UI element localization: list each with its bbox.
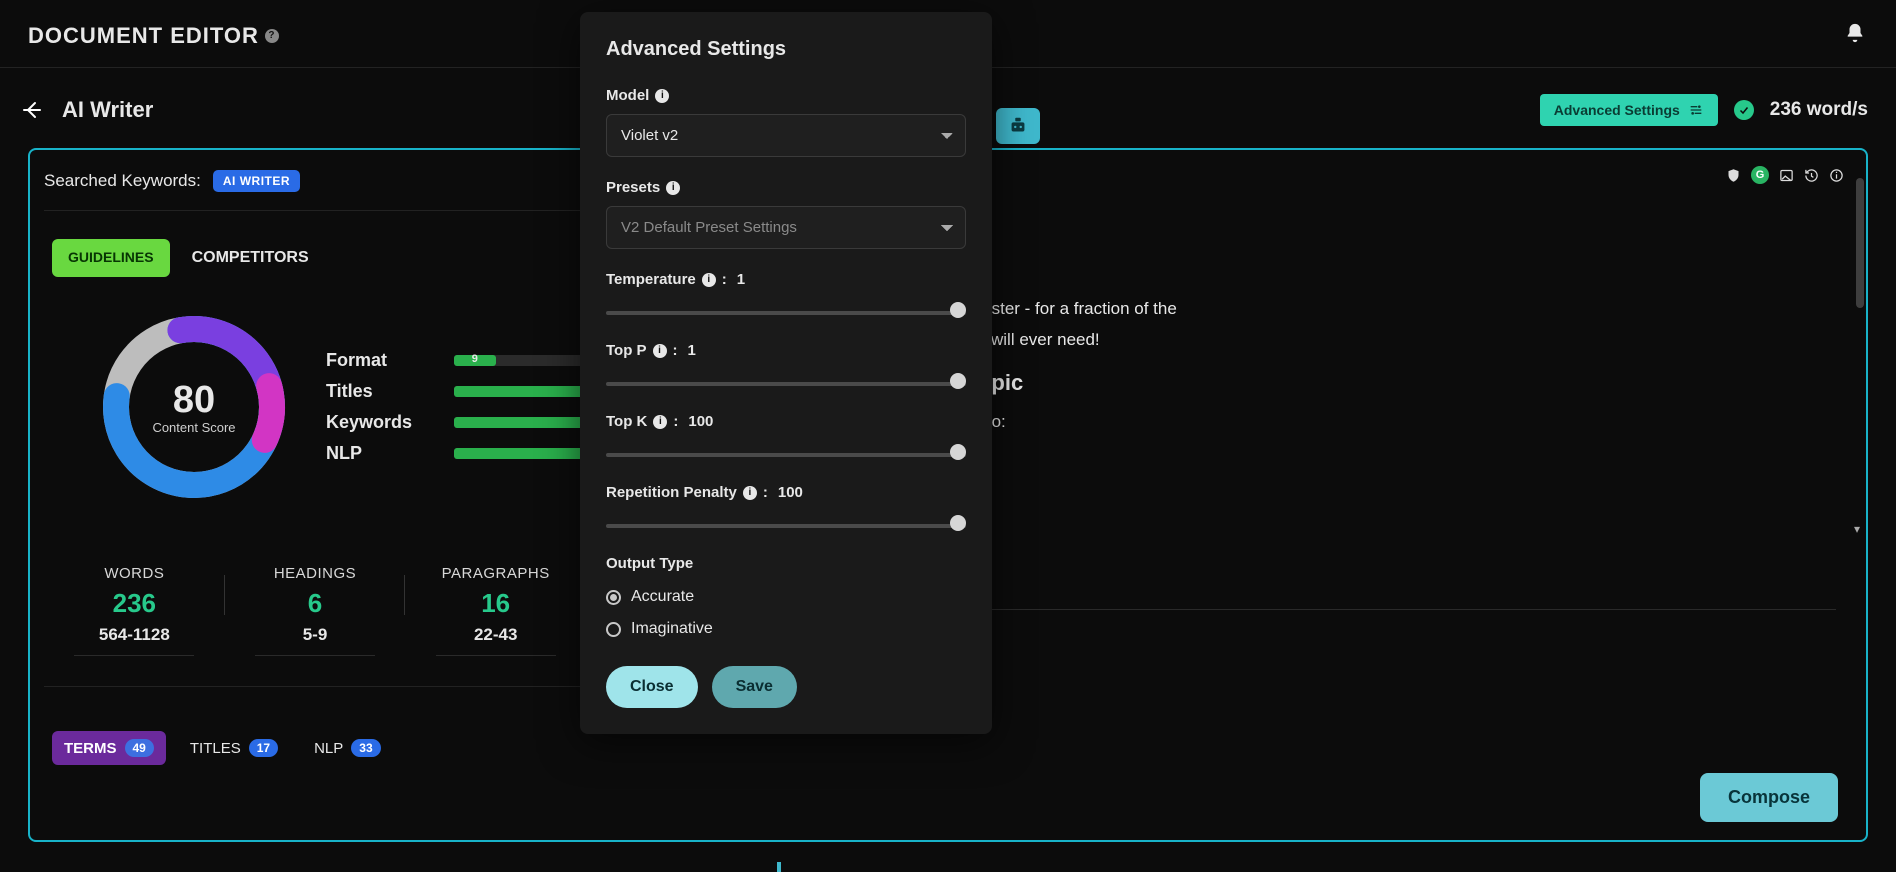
- tab-terms[interactable]: TERMS 49: [52, 731, 166, 765]
- chevron-down-icon[interactable]: ▾: [1854, 522, 1860, 536]
- repetition-group: Repetition Penalty i :100: [606, 484, 966, 533]
- content-score-donut: 80 Content Score: [94, 307, 294, 507]
- close-button[interactable]: Close: [606, 666, 698, 708]
- guideline-tabs: GUIDELINES COMPETITORS: [52, 239, 586, 277]
- compose-button[interactable]: Compose: [1700, 773, 1838, 822]
- scrollbar-thumb[interactable]: [1856, 178, 1864, 308]
- metric-nlp: NLP: [326, 443, 584, 464]
- stats-row: WORDS 236 564-1128 HEADINGS 6 5-9 PARAGR…: [44, 565, 586, 687]
- info-icon[interactable]: i: [743, 486, 757, 500]
- image2-icon[interactable]: [1779, 168, 1794, 183]
- app-title-text: DOCUMENT EDITOR: [28, 23, 259, 49]
- help-icon[interactable]: ?: [265, 29, 279, 43]
- temperature-slider[interactable]: [606, 311, 966, 315]
- repetition-slider[interactable]: [606, 524, 966, 528]
- app-title: DOCUMENT EDITOR ?: [28, 23, 279, 49]
- top-k-group: Top K i :100: [606, 413, 966, 462]
- stat-headings: HEADINGS 6 5-9: [225, 565, 406, 656]
- presets-select[interactable]: V2 Default Preset Settings: [606, 206, 966, 249]
- radio-imaginative[interactable]: Imaginative: [606, 620, 966, 638]
- tab-titles[interactable]: TITLES 17: [178, 731, 290, 765]
- radio-icon: [606, 622, 621, 637]
- robot-icon: [1007, 115, 1029, 137]
- advanced-settings-label: Advanced Settings: [1554, 102, 1680, 118]
- metrics-list: Format 9 Titles Keywords NLP: [326, 350, 584, 464]
- top-k-slider[interactable]: [606, 453, 966, 457]
- score-area: 80 Content Score Format 9 Titles Keyword…: [44, 307, 586, 507]
- left-pane: Searched Keywords: AI WRITER GUIDELINES …: [30, 150, 600, 840]
- grammar-badge[interactable]: G: [1751, 166, 1769, 184]
- temperature-group: Temperature i :1: [606, 271, 966, 320]
- accent-tick: [777, 862, 781, 872]
- status-ok-badge: [1734, 100, 1754, 120]
- back-arrow-icon[interactable]: [20, 98, 44, 122]
- metric-keywords: Keywords: [326, 412, 584, 433]
- advanced-settings-button[interactable]: Advanced Settings: [1540, 94, 1718, 126]
- radio-icon: [606, 590, 621, 605]
- advanced-settings-modal: Advanced Settings Modeli Violet v2 Prese…: [580, 12, 992, 734]
- radio-accurate[interactable]: Accurate: [606, 588, 966, 606]
- ai-robot-chip[interactable]: [996, 108, 1040, 144]
- info-icon[interactable]: i: [702, 273, 716, 287]
- notifications-button[interactable]: [1844, 22, 1866, 49]
- history-icon[interactable]: [1804, 168, 1819, 183]
- keyword-chip[interactable]: AI WRITER: [213, 170, 300, 192]
- model-select[interactable]: Violet v2: [606, 114, 966, 157]
- words-per-second: 236 word/s: [1770, 99, 1868, 121]
- metric-titles: Titles: [326, 381, 584, 402]
- save-button[interactable]: Save: [712, 666, 797, 708]
- content-score-value: 80: [173, 379, 215, 422]
- info-icon[interactable]: i: [666, 181, 680, 195]
- modal-title: Advanced Settings: [606, 38, 966, 61]
- model-group: Modeli Violet v2: [606, 87, 966, 157]
- searched-label: Searched Keywords:: [44, 171, 201, 191]
- info-icon[interactable]: i: [653, 415, 667, 429]
- searched-keywords-row: Searched Keywords: AI WRITER: [44, 170, 586, 211]
- info-icon[interactable]: [1829, 168, 1844, 183]
- terms-tabs: TERMS 49 TITLES 17 NLP 33: [52, 731, 586, 765]
- info-icon[interactable]: i: [653, 344, 667, 358]
- top-p-group: Top P i :1: [606, 342, 966, 391]
- sliders-icon: [1688, 102, 1704, 118]
- stat-words: WORDS 236 564-1128: [44, 565, 225, 656]
- tab-guidelines[interactable]: GUIDELINES: [52, 239, 170, 277]
- content-score-label: Content Score: [152, 420, 235, 435]
- metric-format: Format 9: [326, 350, 584, 371]
- output-type-group: Output Type Accurate Imaginative: [606, 555, 966, 638]
- tab-competitors[interactable]: COMPETITORS: [186, 239, 315, 277]
- stat-paragraphs: PARAGRAPHS 16 22-43: [405, 565, 586, 656]
- presets-group: Presetsi V2 Default Preset Settings: [606, 179, 966, 249]
- tab-nlp[interactable]: NLP 33: [302, 731, 393, 765]
- bell-icon: [1844, 22, 1866, 44]
- top-p-slider[interactable]: [606, 382, 966, 386]
- page-title: AI Writer: [62, 97, 153, 123]
- shield-icon[interactable]: [1726, 168, 1741, 183]
- check-icon: [1738, 104, 1750, 116]
- info-icon[interactable]: i: [655, 89, 669, 103]
